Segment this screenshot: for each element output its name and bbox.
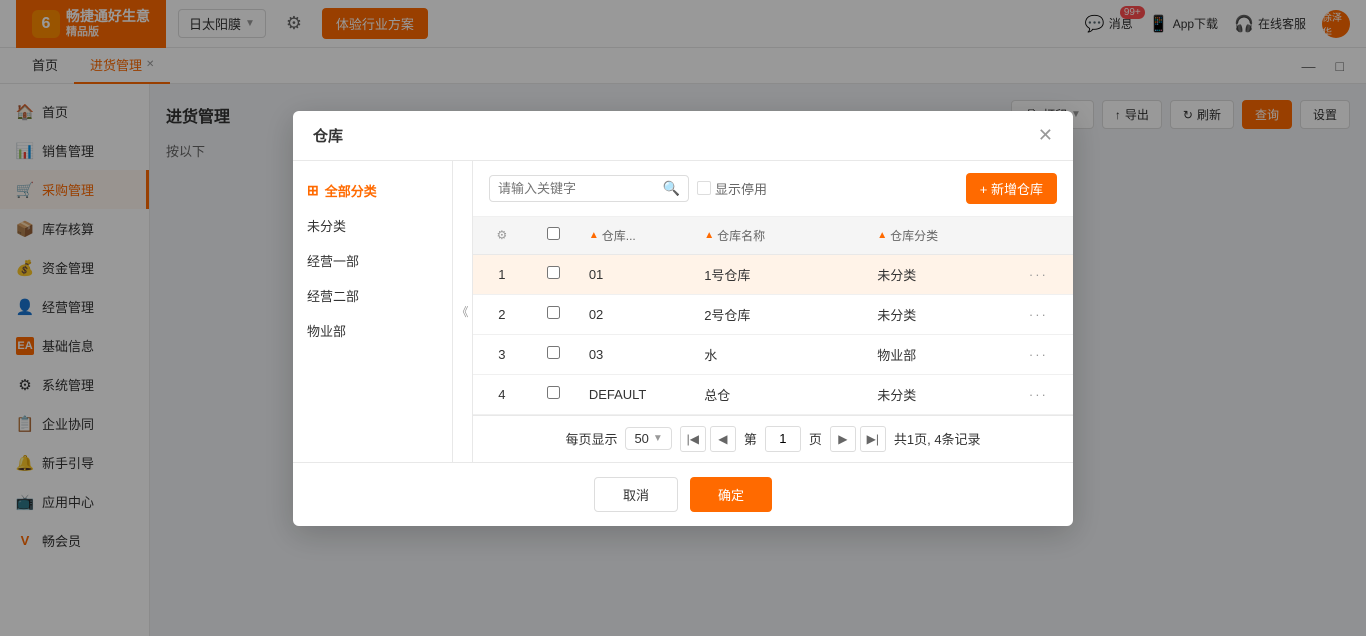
row-3-code: 03: [577, 334, 692, 374]
th-check: [531, 217, 577, 255]
modal-header: 仓库 ✕: [293, 111, 1073, 161]
prev-page-button[interactable]: ◀: [710, 426, 736, 452]
search-icon: 🔍: [663, 180, 680, 197]
cancel-button[interactable]: 取消: [594, 477, 678, 512]
th-name: ▲ 仓库名称: [692, 217, 865, 255]
row-4-actions[interactable]: ···: [1004, 374, 1073, 414]
th-actions: [1004, 217, 1073, 255]
modal-sidebar-item-property[interactable]: 物业部: [293, 313, 452, 348]
row-2-check[interactable]: [531, 294, 577, 334]
per-page-dropdown-icon: ▼: [653, 433, 663, 444]
per-page-label: 每页显示: [565, 429, 617, 448]
table-row[interactable]: 1 01 1号仓库 未分类 ···: [473, 254, 1073, 294]
row-4-no: 4: [473, 374, 531, 414]
modal-close-icon[interactable]: ✕: [1038, 125, 1053, 146]
modal-title: 仓库: [313, 125, 343, 146]
modal-overlay: 仓库 ✕ ⊞ 全部分类 未分类 经营一部 经营二部 物业部 《: [0, 0, 1366, 636]
warehouse-modal: 仓库 ✕ ⊞ 全部分类 未分类 经营一部 经营二部 物业部 《: [293, 111, 1073, 526]
th-gear: ⚙: [473, 217, 531, 255]
th-name-label: 仓库名称: [717, 227, 765, 244]
table-header-row: ⚙ ▲ 仓库...: [473, 217, 1073, 255]
row-3-more-icon[interactable]: ···: [1029, 347, 1048, 362]
first-page-button[interactable]: |◀: [680, 426, 706, 452]
confirm-button[interactable]: 确定: [690, 477, 772, 512]
row-2-no: 2: [473, 294, 531, 334]
sort-icon: ▲: [589, 230, 599, 241]
row-2-actions[interactable]: ···: [1004, 294, 1073, 334]
row-3-check[interactable]: [531, 334, 577, 374]
show-disabled-checkbox[interactable]: [697, 181, 711, 195]
row-1-more-icon[interactable]: ···: [1029, 267, 1048, 282]
per-page-select[interactable]: 50 ▼: [625, 427, 671, 450]
table-row[interactable]: 4 DEFAULT 总仓 未分类 ···: [473, 374, 1073, 414]
all-category-label: 全部分类: [325, 181, 377, 200]
table-row[interactable]: 2 02 2号仓库 未分类 ···: [473, 294, 1073, 334]
row-3-no: 3: [473, 334, 531, 374]
modal-body: ⊞ 全部分类 未分类 经营一部 经营二部 物业部 《: [293, 161, 1073, 462]
gear-icon: ⚙: [496, 228, 507, 242]
per-page-value: 50: [634, 431, 648, 446]
row-2-category: 未分类: [865, 294, 1003, 334]
modal-all-category[interactable]: ⊞ 全部分类: [293, 173, 452, 208]
page-input[interactable]: [765, 426, 801, 452]
row-1-category: 未分类: [865, 254, 1003, 294]
grid-icon: ⊞: [307, 182, 319, 199]
page-navigation: |◀ ◀ 第 页 ▶ ▶|: [680, 426, 886, 452]
page-unit: 页: [809, 429, 822, 448]
row-3-category: 物业部: [865, 334, 1003, 374]
modal-sidebar-item-dept2[interactable]: 经营二部: [293, 278, 452, 313]
modal-actions: 取消 确定: [293, 462, 1073, 526]
row-4-code: DEFAULT: [577, 374, 692, 414]
add-warehouse-button[interactable]: + 新增仓库: [966, 173, 1057, 204]
search-input[interactable]: [498, 181, 659, 196]
search-input-wrap[interactable]: 🔍: [489, 175, 689, 202]
warehouse-table-wrap: ⚙ ▲ 仓库...: [473, 217, 1073, 415]
pagination: 每页显示 50 ▼ |◀ ◀ 第 页 ▶ ▶| 共1页, 4条记录: [473, 415, 1073, 462]
row-2-code: 02: [577, 294, 692, 334]
th-category: ▲ 仓库分类: [865, 217, 1003, 255]
row-3-checkbox[interactable]: [547, 346, 560, 359]
row-1-check[interactable]: [531, 254, 577, 294]
row-4-more-icon[interactable]: ···: [1029, 387, 1048, 402]
row-1-no: 1: [473, 254, 531, 294]
row-2-name: 2号仓库: [692, 294, 865, 334]
warehouse-table: ⚙ ▲ 仓库...: [473, 217, 1073, 415]
row-1-checkbox[interactable]: [547, 266, 560, 279]
sort-name-icon: ▲: [704, 230, 714, 241]
row-1-name: 1号仓库: [692, 254, 865, 294]
row-2-checkbox[interactable]: [547, 306, 560, 319]
row-4-name: 总仓: [692, 374, 865, 414]
row-4-checkbox[interactable]: [547, 386, 560, 399]
last-page-button[interactable]: ▶|: [860, 426, 886, 452]
collapse-icon: 《: [456, 303, 468, 320]
sidebar-collapse-button[interactable]: 《: [453, 161, 473, 462]
row-3-name: 水: [692, 334, 865, 374]
th-category-label: 仓库分类: [890, 227, 938, 244]
row-4-category: 未分类: [865, 374, 1003, 414]
row-3-actions[interactable]: ···: [1004, 334, 1073, 374]
next-page-button[interactable]: ▶: [830, 426, 856, 452]
table-body: 1 01 1号仓库 未分类 ··· 2 02 2: [473, 254, 1073, 414]
th-code-label: 仓库...: [602, 227, 636, 244]
page-label: 第: [744, 429, 757, 448]
row-2-more-icon[interactable]: ···: [1029, 307, 1048, 322]
row-1-actions[interactable]: ···: [1004, 254, 1073, 294]
select-all-checkbox[interactable]: [547, 227, 560, 240]
search-area: 🔍 显示停用: [489, 175, 767, 202]
th-code: ▲ 仓库...: [577, 217, 692, 255]
modal-sidebar-item-dept1[interactable]: 经营一部: [293, 243, 452, 278]
show-disabled-label: 显示停用: [715, 179, 767, 198]
total-info: 共1页, 4条记录: [894, 429, 981, 448]
sort-cat-icon: ▲: [877, 230, 887, 241]
row-4-check[interactable]: [531, 374, 577, 414]
modal-sidebar: ⊞ 全部分类 未分类 经营一部 经营二部 物业部: [293, 161, 453, 462]
table-row[interactable]: 3 03 水 物业部 ···: [473, 334, 1073, 374]
modal-main-content: 🔍 显示停用 + 新增仓库: [473, 161, 1073, 462]
row-1-code: 01: [577, 254, 692, 294]
modal-sidebar-item-uncategorized[interactable]: 未分类: [293, 208, 452, 243]
modal-toolbar: 🔍 显示停用 + 新增仓库: [473, 161, 1073, 217]
show-disabled-toggle[interactable]: 显示停用: [697, 179, 767, 198]
